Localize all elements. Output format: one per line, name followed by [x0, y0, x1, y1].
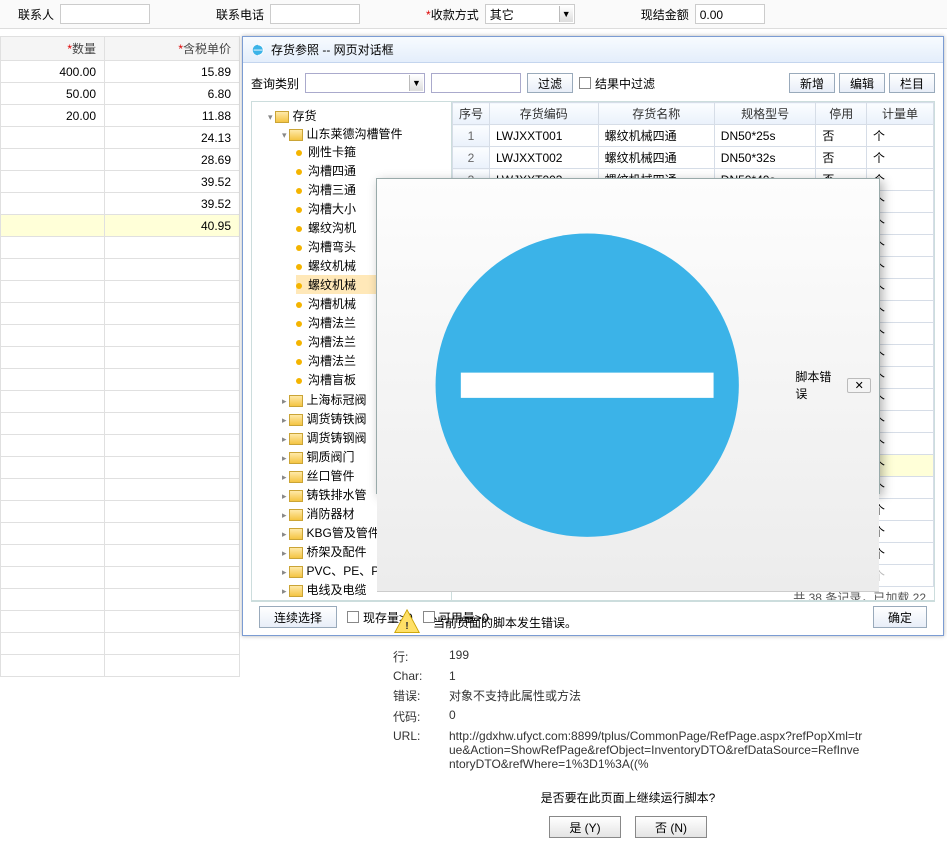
- query-type-combo[interactable]: [305, 73, 425, 93]
- folder-icon: [289, 127, 307, 141]
- error-title-text: 脚本错误: [795, 368, 835, 402]
- phone-input[interactable]: [270, 4, 360, 24]
- tree-root[interactable]: 存货: [293, 109, 317, 123]
- error-heading: 当前页面的脚本发生错误。: [433, 614, 577, 631]
- bg-grid-row[interactable]: 28.69: [1, 149, 240, 171]
- new-button[interactable]: 新增: [789, 73, 835, 93]
- filter-button[interactable]: 过滤: [527, 73, 573, 93]
- dialog-title-text: 存货参照 -- 网页对话框: [271, 41, 394, 58]
- close-icon[interactable]: ✕: [847, 378, 871, 393]
- table-row[interactable]: 2LWJXXT002螺纹机械四通DN50*32s否个: [453, 147, 934, 169]
- error-question: 是否要在此页面上继续运行脚本?: [393, 789, 863, 806]
- filter-in-result-checkbox[interactable]: 结果中过滤: [579, 75, 655, 92]
- query-label: 查询类别: [251, 75, 299, 92]
- columns-button[interactable]: 栏目: [889, 73, 935, 93]
- yes-button[interactable]: 是 (Y): [549, 816, 621, 838]
- cash-label: 现结金额: [641, 6, 689, 23]
- no-button[interactable]: 否 (N): [635, 816, 707, 838]
- error-titlebar[interactable]: 脚本错误 ✕: [377, 179, 879, 592]
- background-grid: *数量 *含税单价 400.0015.8950.006.8020.0011.88…: [0, 36, 240, 677]
- table-row[interactable]: 1LWJXXT001螺纹机械四通DN50*25s否个: [453, 125, 934, 147]
- chevron-down-icon[interactable]: ▼: [409, 75, 423, 91]
- pay-label: 收款方式: [431, 8, 479, 22]
- phone-label: 联系电话: [216, 6, 264, 23]
- bg-grid-row[interactable]: 20.0011.88: [1, 105, 240, 127]
- bg-grid-row[interactable]: 39.52: [1, 193, 240, 215]
- form-header: 联系人 联系电话 *收款方式 ▼ 现结金额 0.00: [0, 0, 947, 29]
- tree-branch[interactable]: 山东莱德沟槽管件: [307, 127, 403, 141]
- bg-grid-row[interactable]: 39.52: [1, 171, 240, 193]
- svg-text:!: !: [405, 620, 409, 632]
- contact-label: 联系人: [18, 6, 54, 23]
- ie-icon: [251, 43, 265, 57]
- continuous-select-button[interactable]: 连续选择: [259, 606, 337, 628]
- query-row: 查询类别 ▼ 过滤 结果中过滤 新增 编辑 栏目: [251, 69, 935, 97]
- tree-leaf[interactable]: 刚性卡箍: [296, 142, 449, 161]
- bg-grid-row[interactable]: 400.0015.89: [1, 61, 240, 83]
- contact-input[interactable]: [60, 4, 150, 24]
- bg-grid-row[interactable]: 50.006.80: [1, 83, 240, 105]
- bg-grid-row[interactable]: 24.13: [1, 127, 240, 149]
- bg-grid-header: *数量 *含税单价: [1, 37, 240, 61]
- cash-amount: 0.00: [695, 4, 765, 24]
- edit-button[interactable]: 编辑: [839, 73, 885, 93]
- ie-icon: [385, 183, 789, 587]
- folder-icon: [275, 109, 293, 123]
- error-details: 行:199 Char:1 错误:对象不支持此属性或方法 代码:0 URL:htt…: [393, 648, 863, 771]
- grid-header: 序号 存货编码 存货名称 规格型号 停用 计量单: [453, 103, 934, 125]
- script-error-dialog: 脚本错误 ✕ ! 当前页面的脚本发生错误。 行:199 Char:1 错误:对象…: [376, 178, 880, 494]
- ok-button[interactable]: 确定: [873, 606, 927, 628]
- query-text-input[interactable]: [431, 73, 521, 93]
- dialog-titlebar[interactable]: 存货参照 -- 网页对话框: [243, 37, 943, 63]
- chevron-down-icon[interactable]: ▼: [559, 6, 573, 22]
- warning-icon: !: [393, 608, 421, 636]
- bg-grid-row[interactable]: 40.95: [1, 215, 240, 237]
